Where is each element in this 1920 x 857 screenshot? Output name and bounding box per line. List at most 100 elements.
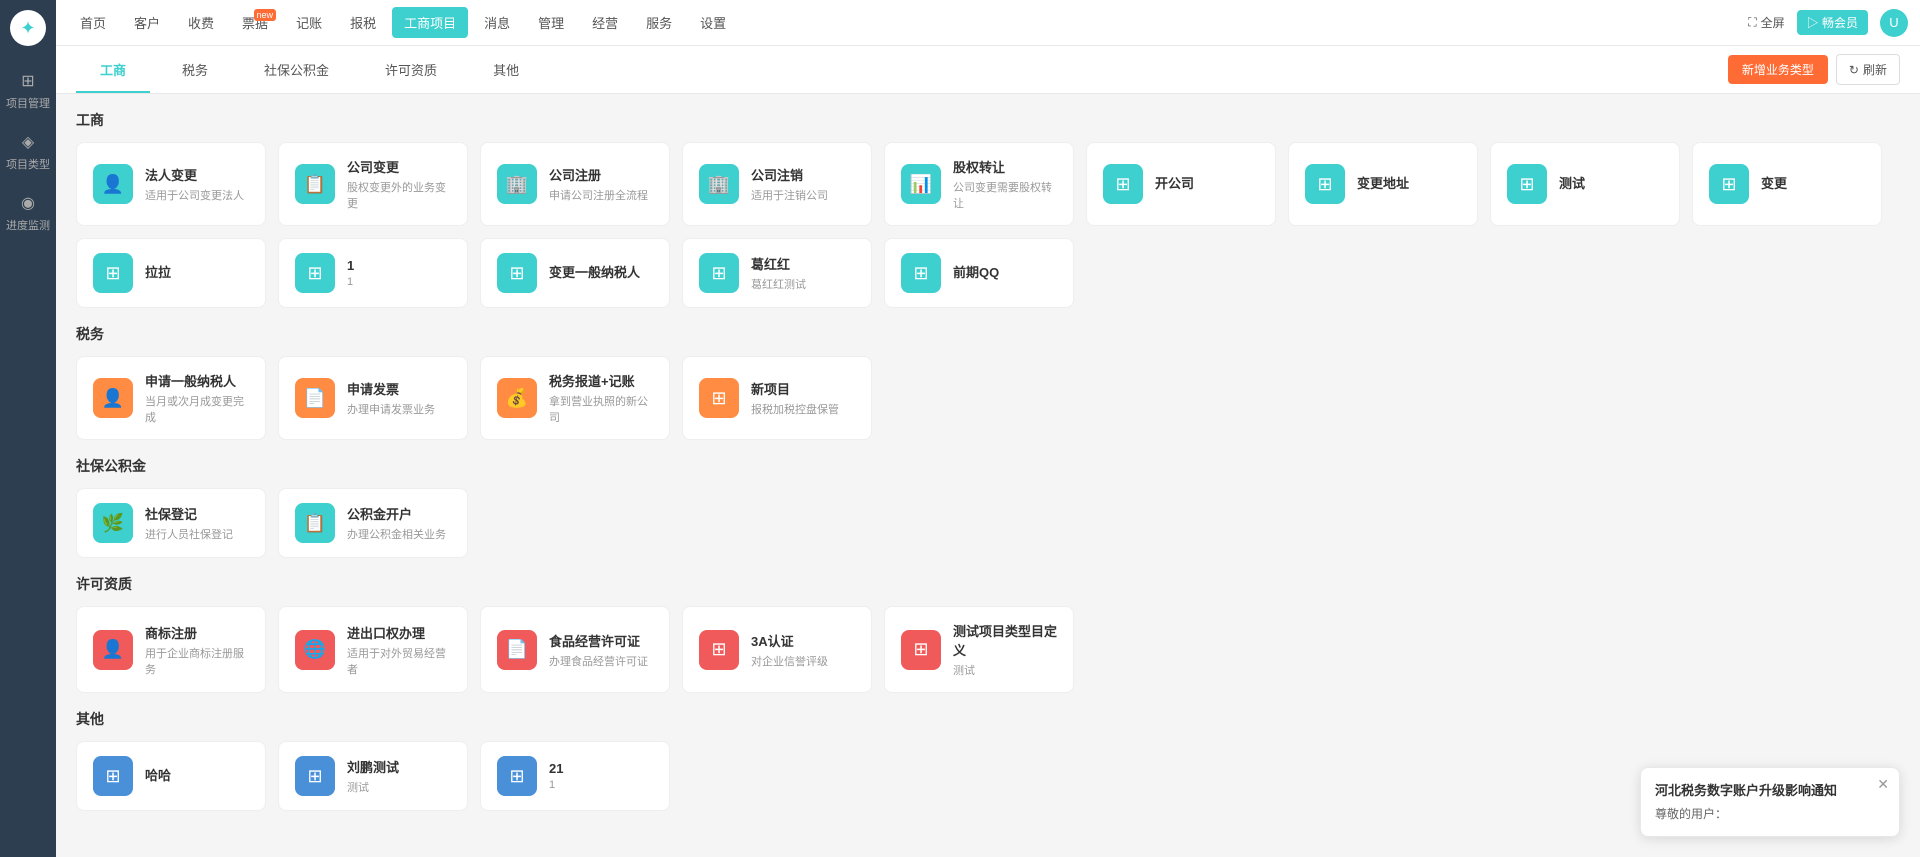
card-desc: 进行人员社保登记 xyxy=(145,526,233,542)
nav-operation[interactable]: 经营 xyxy=(580,7,630,38)
sidebar-item-progress-monitor[interactable]: ◉ 进度监测 xyxy=(0,184,56,241)
nav-message[interactable]: 消息 xyxy=(472,7,522,38)
card-icon-one: ⊞ xyxy=(295,253,335,293)
card-icon-company-cancel: 🏢 xyxy=(699,164,739,204)
card-food-license[interactable]: 📄 食品经营许可证 办理食品经营许可证 xyxy=(480,606,670,693)
subtabs: 工商 税务 社保公积金 许可资质 其他 新增业务类型 ↻ 刷新 xyxy=(56,46,1920,94)
card-mohonghong[interactable]: ⊞ 葛红红 葛红红测试 xyxy=(682,238,872,308)
fullscreen-btn[interactable]: ⛶ 全屏 xyxy=(1748,14,1784,31)
vip-button[interactable]: ▷ 畅会员 xyxy=(1797,10,1868,35)
sidebar-item-project-manage[interactable]: ⊞ 项目管理 xyxy=(0,62,56,119)
card-grid-industrial: 👤 法人变更 适用于公司变更法人 📋 公司变更 股权变更外的业务变更 🏢 xyxy=(76,142,1900,308)
card-test-type[interactable]: ⊞ 测试项目类型目定义 测试 xyxy=(884,606,1074,693)
card-apply-invoice[interactable]: 📄 申请发票 办理申请发票业务 xyxy=(278,356,468,440)
card-title: 申请一般纳税人 xyxy=(145,371,249,390)
card-haha[interactable]: ⊞ 哈哈 xyxy=(76,741,266,811)
section-title-industrial: 工商 xyxy=(76,110,1900,130)
card-legal-change[interactable]: 👤 法人变更 适用于公司变更法人 xyxy=(76,142,266,226)
card-company-cancel[interactable]: 🏢 公司注销 适用于注销公司 xyxy=(682,142,872,226)
card-desc: 办理申请发票业务 xyxy=(347,401,435,417)
card-title: 申请发票 xyxy=(347,379,435,398)
card-grid-license: 👤 商标注册 用于企业商标注册服务 🌐 进出口权办理 适用于对外贸易经营者 📄 xyxy=(76,606,1900,693)
card-equity-transfer[interactable]: 📊 股权转让 公司变更需要股权转让 xyxy=(884,142,1074,226)
card-desc: 适用于注销公司 xyxy=(751,187,828,203)
card-icon-lala: ⊞ xyxy=(93,253,133,293)
card-icon-mohonghong: ⊞ xyxy=(699,253,739,293)
new-type-button[interactable]: 新增业务类型 xyxy=(1728,55,1828,84)
card-tax-report[interactable]: 💰 税务报道+记账 拿到营业执照的新公司 xyxy=(480,356,670,440)
card-icon-company-register: 🏢 xyxy=(497,164,537,204)
project-type-icon: ◈ xyxy=(17,131,39,153)
section-license: 许可资质 👤 商标注册 用于企业商标注册服务 🌐 进出口权办理 适用于对外贸易经… xyxy=(76,574,1900,693)
card-grid-other: ⊞ 哈哈 ⊞ 刘鹏测试 测试 ⊞ 21 xyxy=(76,741,1900,811)
refresh-button[interactable]: ↻ 刷新 xyxy=(1836,54,1900,85)
subtab-other[interactable]: 其他 xyxy=(469,46,543,93)
sidebar-item-project-type[interactable]: ◈ 项目类型 xyxy=(0,123,56,180)
card-icon-apply-invoice: 📄 xyxy=(295,378,335,418)
card-title: 3A认证 xyxy=(751,631,828,650)
card-title: 股权转让 xyxy=(953,157,1057,176)
card-title: 开公司 xyxy=(1155,173,1194,192)
card-lala[interactable]: ⊞ 拉拉 xyxy=(76,238,266,308)
nav-service[interactable]: 服务 xyxy=(634,7,684,38)
card-twentyone[interactable]: ⊞ 21 1 xyxy=(480,741,670,811)
card-open-company[interactable]: ⊞ 开公司 xyxy=(1086,142,1276,226)
card-change-address[interactable]: ⊞ 变更地址 xyxy=(1288,142,1478,226)
card-title: 前期QQ xyxy=(953,262,999,281)
avatar[interactable]: U xyxy=(1880,9,1908,37)
nav-accounting[interactable]: 记账 xyxy=(284,7,334,38)
card-icon-change: ⊞ xyxy=(1709,164,1749,204)
nav-manage[interactable]: 管理 xyxy=(526,7,576,38)
card-change[interactable]: ⊞ 变更 xyxy=(1692,142,1882,226)
subtab-social[interactable]: 社保公积金 xyxy=(240,46,353,93)
card-3a-cert[interactable]: ⊞ 3A认证 对企业信誉评级 xyxy=(682,606,872,693)
card-company-register[interactable]: 🏢 公司注册 申请公司注册全流程 xyxy=(480,142,670,226)
notification-close-button[interactable]: ✕ xyxy=(1877,776,1889,793)
card-one[interactable]: ⊞ 1 1 xyxy=(278,238,468,308)
sidebar-item-label: 项目类型 xyxy=(6,156,50,172)
card-test[interactable]: ⊞ 测试 xyxy=(1490,142,1680,226)
card-title: 食品经营许可证 xyxy=(549,631,648,650)
card-apply-taxpayer[interactable]: 👤 申请一般纳税人 当月或次月成变更完成 xyxy=(76,356,266,440)
card-title: 变更一般纳税人 xyxy=(549,262,640,281)
card-change-taxpayer[interactable]: ⊞ 变更一般纳税人 xyxy=(480,238,670,308)
section-social: 社保公积金 🌿 社保登记 进行人员社保登记 📋 公积金开户 办理公积金相关业务 xyxy=(76,456,1900,558)
section-other: 其他 ⊞ 哈哈 ⊞ 刘鹏测试 测试 ⊞ xyxy=(76,709,1900,811)
card-fund-account[interactable]: 📋 公积金开户 办理公积金相关业务 xyxy=(278,488,468,558)
card-company-change[interactable]: 📋 公司变更 股权变更外的业务变更 xyxy=(278,142,468,226)
card-grid-tax: 👤 申请一般纳税人 当月或次月成变更完成 📄 申请发票 办理申请发票业务 💰 xyxy=(76,356,1900,440)
nav-billing[interactable]: 收费 xyxy=(176,7,226,38)
card-title: 公司注销 xyxy=(751,165,828,184)
card-liupengtest[interactable]: ⊞ 刘鹏测试 测试 xyxy=(278,741,468,811)
card-new-project[interactable]: ⊞ 新项目 报税加税控盘保管 xyxy=(682,356,872,440)
card-early-qq[interactable]: ⊞ 前期QQ xyxy=(884,238,1074,308)
card-icon-early-qq: ⊞ xyxy=(901,253,941,293)
nav-customer[interactable]: 客户 xyxy=(122,7,172,38)
card-desc: 拿到营业执照的新公司 xyxy=(549,393,653,425)
card-title: 公司变更 xyxy=(347,157,451,176)
content-area: 工商 👤 法人变更 适用于公司变更法人 📋 公司变更 股权变更外的业务变更 xyxy=(56,94,1920,843)
card-icon-apply-taxpayer: 👤 xyxy=(93,378,133,418)
card-title: 测试项目类型目定义 xyxy=(953,621,1057,659)
card-icon-equity-transfer: 📊 xyxy=(901,164,941,204)
card-title: 1 xyxy=(347,258,354,273)
subtab-industrial[interactable]: 工商 xyxy=(76,46,150,93)
card-desc: 适用于对外贸易经营者 xyxy=(347,645,451,677)
nav-tax[interactable]: 报税 xyxy=(338,7,388,38)
nav-home[interactable]: 首页 xyxy=(68,7,118,38)
notification-body: 尊敬的用户： xyxy=(1655,805,1885,824)
card-icon-test-type: ⊞ xyxy=(901,630,941,670)
nav-invoice[interactable]: 票据 new xyxy=(230,7,280,38)
card-trademark[interactable]: 👤 商标注册 用于企业商标注册服务 xyxy=(76,606,266,693)
subtab-tax[interactable]: 税务 xyxy=(158,46,232,93)
card-title: 公司注册 xyxy=(549,165,648,184)
nav-industrial[interactable]: 工商项目 xyxy=(392,7,468,38)
card-desc: 适用于公司变更法人 xyxy=(145,187,244,203)
card-import-export[interactable]: 🌐 进出口权办理 适用于对外贸易经营者 xyxy=(278,606,468,693)
card-desc: 用于企业商标注册服务 xyxy=(145,645,249,677)
card-social-register[interactable]: 🌿 社保登记 进行人员社保登记 xyxy=(76,488,266,558)
subtab-license[interactable]: 许可资质 xyxy=(361,46,461,93)
sidebar-logo[interactable]: ✦ xyxy=(10,10,46,46)
invoice-badge: new xyxy=(254,9,277,21)
nav-settings[interactable]: 设置 xyxy=(688,7,738,38)
